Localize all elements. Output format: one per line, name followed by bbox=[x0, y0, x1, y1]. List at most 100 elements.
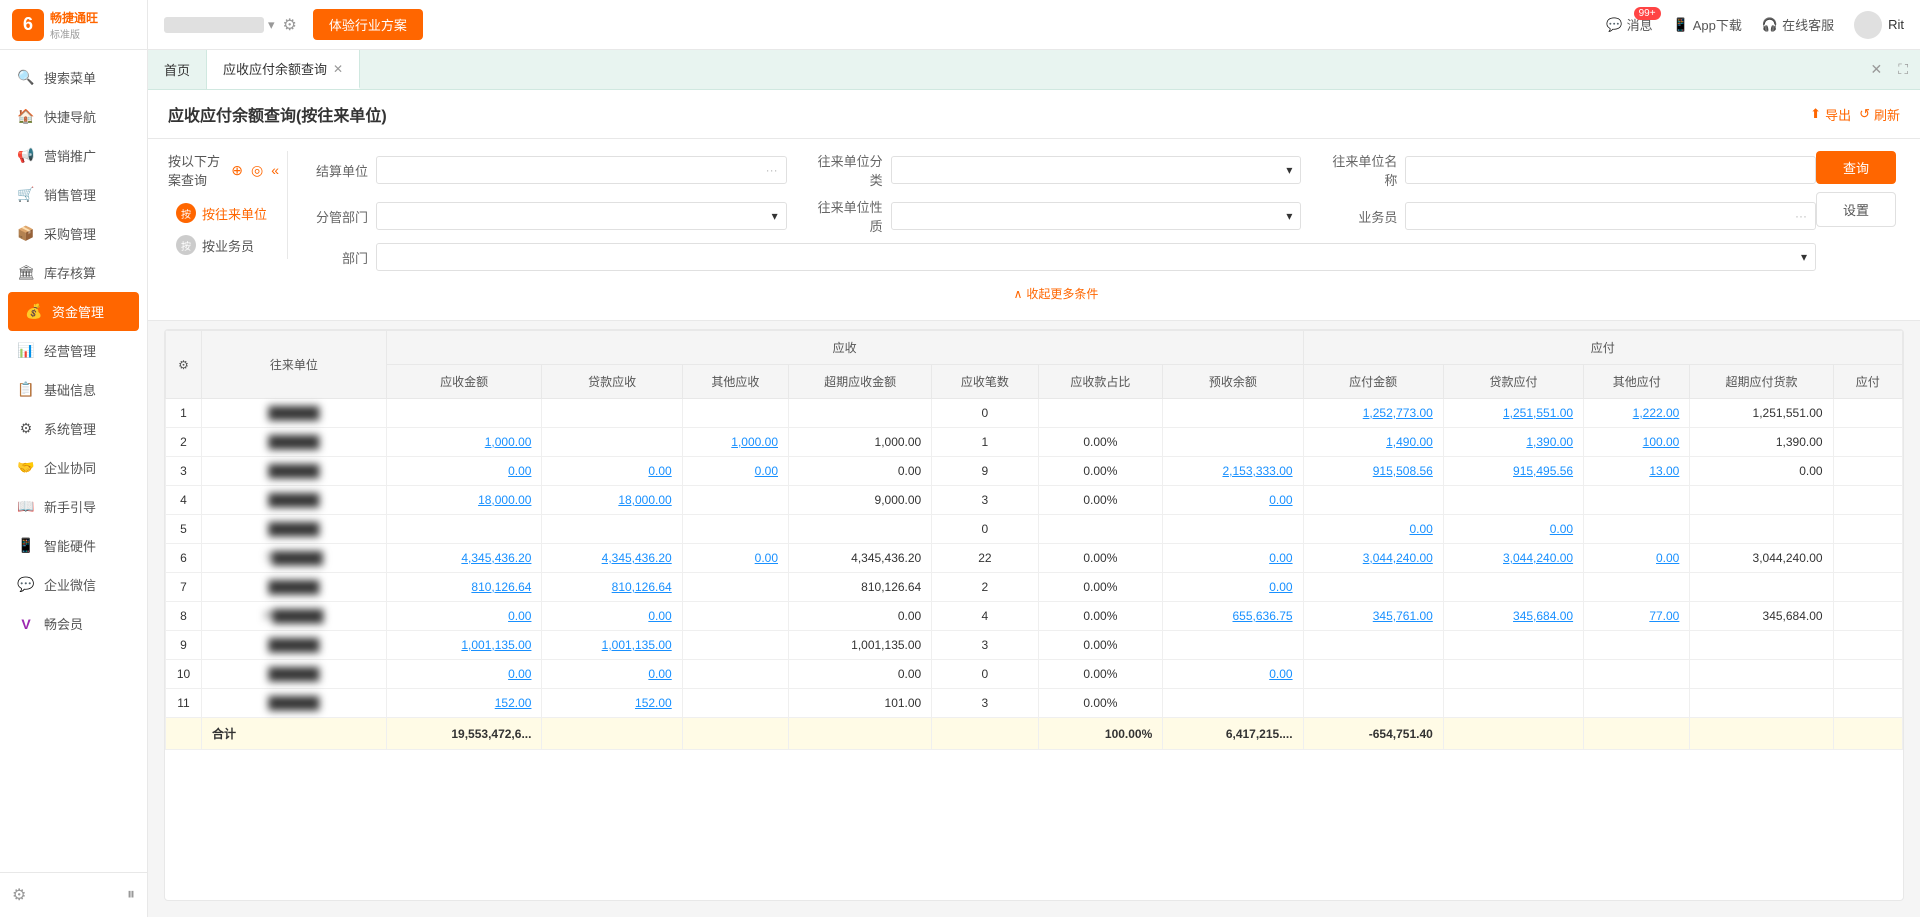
total-ar-ratio: 100.00% bbox=[1038, 718, 1163, 750]
sidebar-item-sales[interactable]: 🛒 销售管理 bbox=[0, 175, 147, 214]
sidebar-item-system[interactable]: ⚙ 系统管理 bbox=[0, 409, 147, 448]
table-row: 11 ██████ 152.00 152.00 101.00 3 0.00% bbox=[166, 689, 1903, 718]
sidebar-item-search[interactable]: 🔍 搜索菜单 bbox=[0, 58, 147, 97]
filter-label-settlement: 结算单位 bbox=[296, 161, 376, 180]
data-table: ⚙ 往来单位 应收 应付 应收金额 贷款应收 其他应收 超期应收金额 应收笔数 … bbox=[165, 330, 1903, 750]
filter-input-settlement[interactable]: ··· bbox=[376, 156, 787, 184]
query-button[interactable]: 查询 bbox=[1816, 151, 1896, 184]
col-ap-loan: 贷款应付 bbox=[1443, 365, 1583, 399]
filter-input-partner-name[interactable] bbox=[1405, 156, 1816, 184]
solution-button[interactable]: 体验行业方案 bbox=[313, 9, 423, 40]
filter-cell-settlement: 结算单位 ··· bbox=[296, 156, 787, 184]
sidebar-item-label: 畅会员 bbox=[44, 614, 83, 633]
sidebar-item-member[interactable]: V 畅会员 bbox=[0, 604, 147, 643]
topbar: ▾ ⚙ 体验行业方案 💬 消息 99+ 📱 App下载 🎧 在线客服 Rit bbox=[148, 0, 1920, 50]
col-receivable-group-header: 应收 bbox=[386, 331, 1303, 365]
col-ar-count: 应收笔数 bbox=[932, 365, 1038, 399]
topbar-left: ▾ ⚙ 体验行业方案 bbox=[164, 9, 1606, 40]
sidebar-item-wechat[interactable]: 💬 企业微信 bbox=[0, 565, 147, 604]
filter-cell-partner-nature: 往来单位性质 ▾ bbox=[811, 197, 1302, 235]
settings-footer-icon[interactable]: ⚙ bbox=[12, 885, 26, 905]
col-ar-loan: 贷款应收 bbox=[542, 365, 682, 399]
sidebar-item-inventory[interactable]: 🏛 库存核算 bbox=[0, 253, 147, 292]
schema-by-staff[interactable]: 按 按业务员 bbox=[168, 231, 279, 259]
sidebar-item-enterprise[interactable]: 🤝 企业协同 bbox=[0, 448, 147, 487]
filter-cell-staff: 业务员 ··· bbox=[1325, 202, 1816, 230]
filter-select-division[interactable]: ▾ bbox=[376, 243, 1816, 271]
filter-outer: 按以下方案查询 ⊕ ◎ « 按 按往来单位 按 按业务员 bbox=[168, 151, 1900, 308]
sidebar-item-purchase[interactable]: 📦 采购管理 bbox=[0, 214, 147, 253]
user-name: Rit bbox=[1888, 17, 1904, 32]
sidebar-item-guide[interactable]: 📖 新手引导 bbox=[0, 487, 147, 526]
filter-cell-dept: 分管部门 ▾ bbox=[296, 202, 787, 230]
col-ar-prepaid: 预收余额 bbox=[1163, 365, 1303, 399]
filter-more-icon: ∧ bbox=[1014, 287, 1023, 301]
total-ar-amount: 19,553,472,6... bbox=[386, 718, 542, 750]
filter-cell-partner-type: 往来单位分类 ▾ bbox=[811, 151, 1302, 189]
sidebar-item-finance[interactable]: 💰 资金管理 bbox=[8, 292, 139, 331]
table-row: 6 7██████ 4,345,436.20 4,345,436.20 0.00… bbox=[166, 544, 1903, 573]
company-name bbox=[164, 17, 264, 33]
filter-area: 按以下方案查询 ⊕ ◎ « 按 按往来单位 按 按业务员 bbox=[148, 139, 1920, 321]
filter-more-button[interactable]: ∧ 收起更多条件 bbox=[296, 279, 1816, 308]
company-selector[interactable]: ▾ bbox=[164, 17, 275, 33]
filter-add-icon[interactable]: ⊕ bbox=[231, 162, 243, 179]
tab-ar-ap[interactable]: 应收应付余额查询 ✕ bbox=[207, 50, 360, 89]
operations-icon: 📊 bbox=[16, 342, 36, 359]
filter-collapse-icon[interactable]: « bbox=[271, 162, 279, 178]
message-badge: 99+ bbox=[1634, 7, 1661, 20]
fullscreen-icon[interactable]: ⛶ bbox=[1898, 61, 1908, 78]
topbar-gear-icon[interactable]: ⚙ bbox=[283, 15, 297, 35]
sidebar-item-label: 搜索菜单 bbox=[44, 68, 96, 87]
search-icon: 🔍 bbox=[16, 69, 36, 86]
col-ar-amount: 应收金额 bbox=[386, 365, 542, 399]
filter-row-1: 结算单位 ··· 往来单位分类 ▾ 往来单位名称 bbox=[296, 151, 1816, 189]
app-download-button[interactable]: 📱 App下载 bbox=[1673, 15, 1742, 34]
filter-row-2: 分管部门 ▾ 往来单位性质 ▾ bbox=[296, 197, 1816, 235]
filter-select-partner-type[interactable]: ▾ bbox=[891, 156, 1302, 184]
marketing-icon: 📢 bbox=[16, 147, 36, 164]
sidebar-item-label: 企业微信 bbox=[44, 575, 96, 594]
page-header: 应收应付余额查询(按往来单位) ⬆ 导出 ↺ 刷新 bbox=[148, 90, 1920, 139]
online-service-label: 在线客服 bbox=[1782, 15, 1834, 34]
schema-by-partner[interactable]: 按 按往来单位 bbox=[168, 199, 279, 227]
user-profile[interactable]: Rit bbox=[1854, 11, 1904, 39]
export-icon: ⬆ bbox=[1810, 106, 1821, 122]
page-title: 应收应付余额查询(按往来单位) bbox=[168, 102, 387, 126]
sidebar-item-operations[interactable]: 📊 经营管理 bbox=[0, 331, 147, 370]
col-ar-overdue: 超期应收金额 bbox=[789, 365, 932, 399]
tab-home[interactable]: 首页 bbox=[148, 50, 207, 89]
settings-button[interactable]: 设置 bbox=[1816, 192, 1896, 227]
export-button[interactable]: ⬆ 导出 bbox=[1810, 105, 1851, 124]
division-chevron-icon: ▾ bbox=[1801, 250, 1807, 264]
online-service-button[interactable]: 🎧 在线客服 bbox=[1762, 15, 1834, 34]
sidebar-item-base-info[interactable]: 📋 基础信息 bbox=[0, 370, 147, 409]
online-service-icon: 🎧 bbox=[1762, 17, 1778, 33]
table-gear-header[interactable]: ⚙ bbox=[166, 331, 202, 399]
collapse-sidebar-icon[interactable]: ⏸ bbox=[127, 886, 135, 904]
sidebar-item-label: 智能硬件 bbox=[44, 536, 96, 555]
sidebar-item-marketing[interactable]: 📢 营销推广 bbox=[0, 136, 147, 175]
base-info-icon: 📋 bbox=[16, 381, 36, 398]
filter-settings-icon[interactable]: ◎ bbox=[251, 162, 263, 179]
filter-select-dept[interactable]: ▾ bbox=[376, 202, 787, 230]
table-row: 3 ██████ 0.00 0.00 0.00 0.00 9 0.00% 2,1… bbox=[166, 457, 1903, 486]
purchase-icon: 📦 bbox=[16, 225, 36, 242]
app-logo: 6 畅捷通旺 标准版 bbox=[0, 0, 147, 50]
col-ap-other: 其他应付 bbox=[1584, 365, 1690, 399]
member-icon: V bbox=[16, 616, 36, 632]
refresh-button[interactable]: ↺ 刷新 bbox=[1859, 105, 1900, 124]
col-partner-header: 往来单位 bbox=[202, 331, 387, 399]
enterprise-icon: 🤝 bbox=[16, 459, 36, 476]
sidebar-item-smart-hw[interactable]: 📱 智能硬件 bbox=[0, 526, 147, 565]
filter-select-partner-nature[interactable]: ▾ bbox=[891, 202, 1302, 230]
filter-input-staff[interactable]: ··· bbox=[1405, 202, 1816, 230]
sidebar-item-label: 快捷导航 bbox=[44, 107, 96, 126]
close-window-icon[interactable]: ✕ bbox=[1870, 61, 1882, 78]
sidebar-item-quick-nav[interactable]: 🏠 快捷导航 bbox=[0, 97, 147, 136]
tab-close-icon[interactable]: ✕ bbox=[333, 62, 343, 76]
filter-label-staff: 业务员 bbox=[1325, 207, 1405, 226]
home-icon: 🏠 bbox=[16, 108, 36, 125]
message-button[interactable]: 💬 消息 99+ bbox=[1606, 15, 1652, 34]
total-ap-amount: -654,751.40 bbox=[1303, 718, 1443, 750]
